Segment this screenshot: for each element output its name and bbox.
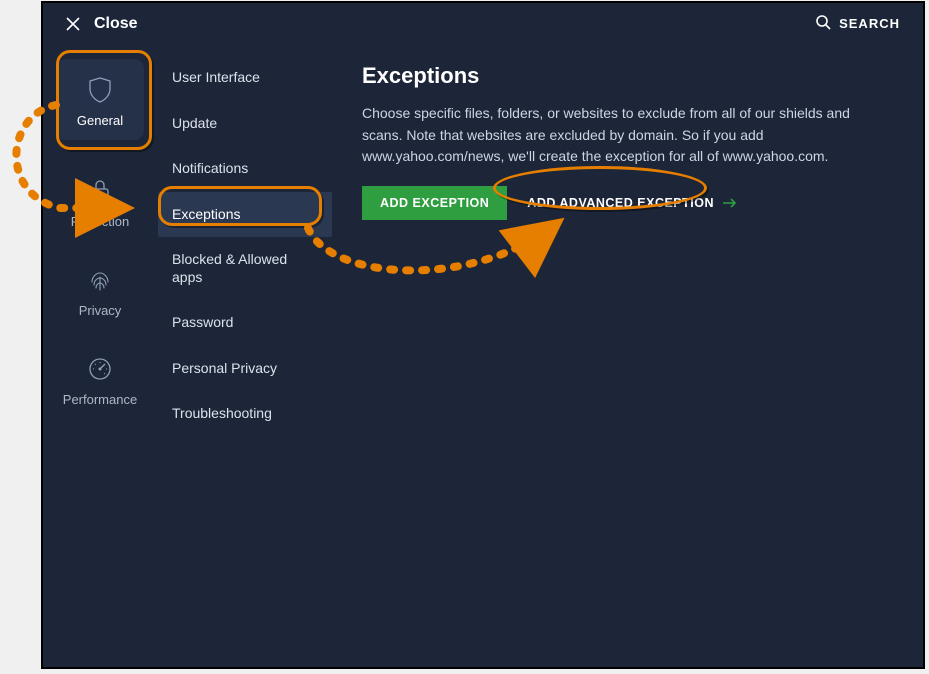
subnav-troubleshooting[interactable]: Troubleshooting [158,391,332,437]
subnav-user-interface[interactable]: User Interface [158,55,332,101]
topbar: Close SEARCH [42,2,924,41]
category-protection[interactable]: Protection [56,176,144,229]
category-label: General [77,113,123,128]
speedometer-icon [85,354,115,384]
category-label: Protection [71,214,130,229]
category-privacy[interactable]: Privacy [56,265,144,318]
close-icon [66,17,80,31]
settings-window: Close SEARCH General Protection [42,2,924,668]
shield-outline-icon [85,75,115,105]
page-title: Exceptions [362,63,888,89]
subnav-blocked-allowed-apps[interactable]: Blocked & Allowed apps [158,237,332,300]
close-button[interactable]: Close [66,15,138,33]
subnav-notifications[interactable]: Notifications [158,146,332,192]
close-label: Close [94,15,138,33]
search-button[interactable]: SEARCH [815,14,900,33]
category-performance[interactable]: Performance [56,354,144,407]
subnav-update[interactable]: Update [158,101,332,147]
padlock-icon [85,176,115,206]
add-advanced-exception-button[interactable]: ADD ADVANCED EXCEPTION [523,186,742,220]
content-panel: Exceptions Choose specific files, folder… [332,41,924,668]
category-general[interactable]: General [56,59,144,140]
arrow-right-icon [722,197,738,209]
subnav-exceptions[interactable]: Exceptions [158,192,332,238]
fingerprint-icon [85,265,115,295]
page-description: Choose specific files, folders, or websi… [362,103,888,168]
subnav-password[interactable]: Password [158,300,332,346]
subnav-column: User Interface Update Notifications Exce… [158,41,332,668]
category-column: General Protection Privacy Performance [42,41,158,668]
category-label: Privacy [79,303,122,318]
add-exception-button[interactable]: ADD EXCEPTION [362,186,507,220]
subnav-personal-privacy[interactable]: Personal Privacy [158,346,332,392]
category-label: Performance [63,392,137,407]
button-row: ADD EXCEPTION ADD ADVANCED EXCEPTION [362,186,888,220]
main: General Protection Privacy Performance [42,41,924,668]
search-icon [815,14,831,33]
search-label: SEARCH [839,16,900,31]
add-advanced-label: ADD ADVANCED EXCEPTION [527,196,714,210]
